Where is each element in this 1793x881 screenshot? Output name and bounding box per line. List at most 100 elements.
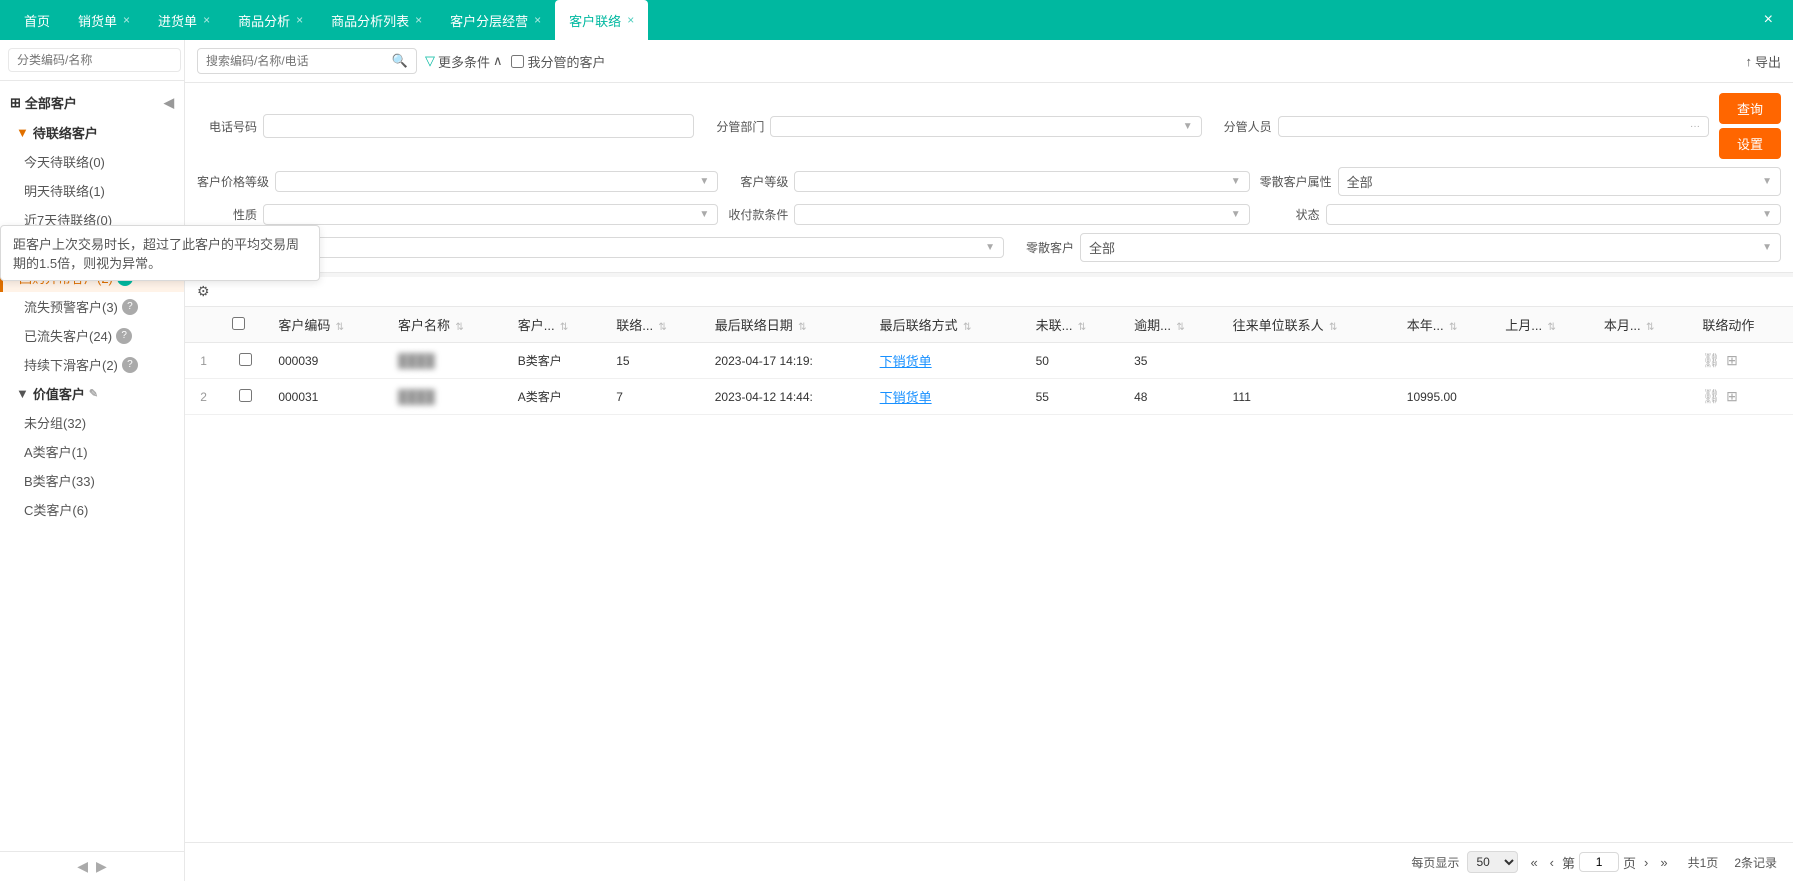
action-link-2[interactable]: ⛓ <box>1702 388 1720 405</box>
nav-item-sales[interactable]: 销货单 × <box>64 0 144 40</box>
table-settings-icon[interactable]: ⚙ <box>197 283 210 300</box>
gender-select[interactable]: ▼ <box>263 204 718 225</box>
query-button[interactable]: 查询 <box>1719 93 1781 124</box>
sidebar-prev-arrow[interactable]: ◀ <box>77 858 88 875</box>
retail-customer-select[interactable]: 全部 ▼ <box>1080 233 1781 262</box>
sidebar-value-group[interactable]: ▼ 价值客户 ✎ <box>0 379 184 408</box>
sort-icon-name[interactable]: ⇅ <box>455 322 463 333</box>
th-last-contact-date: 最后联络日期 ⇅ <box>705 307 870 343</box>
sidebar-item-ungroup[interactable]: 未分组(32) <box>0 408 184 437</box>
search-button[interactable]: 🔍 <box>392 53 408 69</box>
sort-icon-method[interactable]: ⇅ <box>963 322 971 333</box>
cell-actions-1: ⛓ ⊞ <box>1692 343 1793 379</box>
nav-item-purchase[interactable]: 进货单 × <box>144 0 224 40</box>
nav-item-analysis[interactable]: 商品分析 × <box>224 0 317 40</box>
th-this-year: 本年... ⇅ <box>1397 307 1496 343</box>
action-grid-2[interactable]: ⊞ <box>1726 388 1738 405</box>
more-filters-button[interactable]: ▽ 更多条件 ∧ <box>425 52 503 71</box>
row-checkbox-2[interactable] <box>239 389 252 402</box>
nav-close-purchase[interactable]: × <box>203 13 210 27</box>
sidebar-pending-group[interactable]: ▼ 待联络客户 <box>0 118 184 147</box>
nav-close-sales[interactable]: × <box>123 13 130 27</box>
action-link-1[interactable]: ⛓ <box>1702 352 1720 369</box>
retail-attr-select[interactable]: 全部 ▼ <box>1338 167 1781 196</box>
sidebar-item-class-b[interactable]: B类客户(33) <box>0 466 184 495</box>
sidebar-item-class-a[interactable]: A类客户(1) <box>0 437 184 466</box>
customer-level-select[interactable]: ▼ <box>794 171 1249 192</box>
cell-name-1: ████ <box>388 343 508 379</box>
gender-chevron: ▼ <box>699 209 709 220</box>
sidebar-item-tomorrow[interactable]: 明天待联络(1) <box>0 176 184 205</box>
more-filters-chevron: ∧ <box>493 53 503 69</box>
nav-item-analysis-list[interactable]: 商品分析列表 × <box>317 0 436 40</box>
cell-row-num-1: 1 <box>185 343 222 379</box>
value-group-edit-icon[interactable]: ✎ <box>89 387 98 400</box>
nav-close-analysis[interactable]: × <box>296 13 303 27</box>
sort-icon-year[interactable]: ⇅ <box>1449 322 1457 333</box>
sort-icon-lmonth[interactable]: ⇅ <box>1547 322 1555 333</box>
payment-select[interactable]: ▼ <box>794 204 1249 225</box>
sort-icon-person[interactable]: ⇅ <box>1329 322 1337 333</box>
nav-item-customer-contact[interactable]: 客户联络 × <box>555 0 648 40</box>
window-close-button[interactable]: × <box>1754 11 1783 29</box>
row-checkbox-1[interactable] <box>239 353 252 366</box>
sidebar-item-declining[interactable]: 持续下滑客户(2) ? <box>0 350 184 379</box>
first-page-button[interactable]: « <box>1526 853 1541 872</box>
manager-select[interactable]: ··· <box>1278 116 1709 137</box>
sort-icon-overdue[interactable]: ⇅ <box>1176 322 1184 333</box>
sort-icon-type[interactable]: ⇅ <box>560 322 568 333</box>
export-button[interactable]: ↑ 导出 <box>1745 52 1781 71</box>
status-select[interactable]: ▼ <box>1326 204 1781 225</box>
method-link-1[interactable]: 下销货单 <box>880 354 932 369</box>
filter-row-2: 客户价格等级 ▼ 客户等级 ▼ 零散客户属性 全部 <box>197 167 1781 196</box>
table-row: 1 000039 ████ B类客户 15 2023-04-17 14:19: … <box>185 343 1793 379</box>
cell-contact-2: 7 <box>606 379 705 415</box>
filter-customer-type: 客户类型 ▼ <box>237 237 1004 258</box>
payment-label: 收付款条件 <box>728 206 788 223</box>
cell-lmonth-1 <box>1495 343 1594 379</box>
sort-icon-tmonth[interactable]: ⇅ <box>1646 322 1654 333</box>
th-checkbox <box>222 307 268 343</box>
th-last-contact-method: 最后联络方式 ⇅ <box>870 307 1026 343</box>
sidebar-all-customers[interactable]: ⊞ 全部客户 ◀ <box>0 87 184 118</box>
my-customer-checkbox[interactable] <box>511 55 524 68</box>
nav-item-customer-tier[interactable]: 客户分层经营 × <box>436 0 555 40</box>
cell-code-1: 000039 <box>268 343 388 379</box>
nav-close-customer-tier[interactable]: × <box>534 13 541 27</box>
price-level-select[interactable]: ▼ <box>275 171 718 192</box>
method-link-2[interactable]: 下销货单 <box>880 390 932 405</box>
action-grid-1[interactable]: ⊞ <box>1726 352 1738 369</box>
per-page-select[interactable]: 50 20 100 <box>1467 851 1518 873</box>
last-page-button[interactable]: » <box>1656 853 1671 872</box>
cell-method-1: 下销货单 <box>870 343 1026 379</box>
customer-type-select[interactable]: ▼ <box>303 237 1004 258</box>
filter-icon: ▽ <box>425 53 435 69</box>
sidebar-item-today[interactable]: 今天待联络(0) <box>0 147 184 176</box>
nav-close-analysis-list[interactable]: × <box>415 13 422 27</box>
cell-tmonth-1 <box>1594 343 1693 379</box>
sort-icon-uncontacted[interactable]: ⇅ <box>1078 322 1086 333</box>
table-header-row: 客户编码 ⇅ 客户名称 ⇅ 客户... ⇅ 联络... <box>185 307 1793 343</box>
lost-preview-icon: ? <box>122 299 138 315</box>
dept-select[interactable]: ▼ <box>770 116 1201 137</box>
sidebar-search-input[interactable] <box>8 48 181 72</box>
sort-icon-contact[interactable]: ⇅ <box>658 322 666 333</box>
page-input[interactable] <box>1579 852 1619 872</box>
sidebar-item-class-c[interactable]: C类客户(6) <box>0 495 184 524</box>
settings-button[interactable]: 设置 <box>1719 128 1781 159</box>
next-page-button[interactable]: › <box>1640 853 1652 872</box>
sidebar-collapse-icon[interactable]: ◀ <box>164 95 174 111</box>
sidebar-next-arrow[interactable]: ▶ <box>96 858 107 875</box>
nav-item-home[interactable]: 首页 <box>10 0 64 40</box>
sidebar-item-lost-preview[interactable]: 流失预警客户(3) ? <box>0 292 184 321</box>
toolbar: 🔍 ▽ 更多条件 ∧ 我分管的客户 ↑ 导出 <box>185 40 1793 83</box>
filter-dept: 分管部门 ▼ <box>704 116 1201 137</box>
nav-close-customer-contact[interactable]: × <box>627 13 634 27</box>
select-all-checkbox[interactable] <box>232 317 245 330</box>
search-input[interactable] <box>206 54 392 68</box>
sort-icon-date[interactable]: ⇅ <box>798 322 806 333</box>
sidebar-item-already-lost[interactable]: 已流失客户(24) ? <box>0 321 184 350</box>
prev-page-button[interactable]: ‹ <box>1546 853 1558 872</box>
phone-input[interactable] <box>263 114 694 138</box>
sort-icon-code[interactable]: ⇅ <box>336 322 344 333</box>
